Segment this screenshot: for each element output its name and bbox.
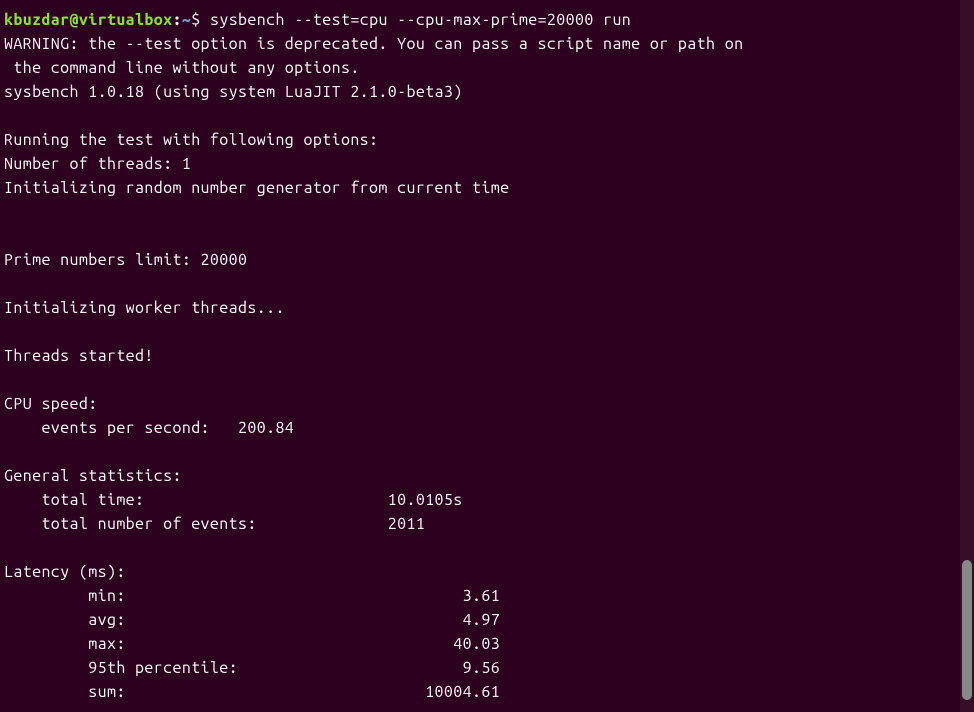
total-events-line: total number of events: 2011 <box>4 515 425 533</box>
latency-avg-line: avg: 4.97 <box>4 611 500 629</box>
prompt-dollar: $ <box>191 11 210 29</box>
warning-line-2: the command line without any options. <box>4 59 360 77</box>
command-text: sysbench --test=cpu --cpu-max-prime=2000… <box>210 11 631 29</box>
latency-p95-line: 95th percentile: 9.56 <box>4 659 500 677</box>
prompt-line: kbuzdar@virtualbox:~$ sysbench --test=cp… <box>4 11 631 29</box>
latency-sum-line: sum: 10004.61 <box>4 683 500 701</box>
terminal-output[interactable]: kbuzdar@virtualbox:~$ sysbench --test=cp… <box>4 8 970 704</box>
init-worker-line: Initializing worker threads... <box>4 299 285 317</box>
prompt-user-host: kbuzdar@virtualbox <box>4 11 172 29</box>
prompt-path: ~ <box>182 11 191 29</box>
general-stats-header: General statistics: <box>4 467 182 485</box>
scrollbar-track[interactable] <box>960 0 974 712</box>
num-threads-line: Number of threads: 1 <box>4 155 191 173</box>
warning-line-1: WARNING: the --test option is deprecated… <box>4 35 743 53</box>
events-per-second-line: events per second: 200.84 <box>4 419 294 437</box>
total-time-line: total time: 10.0105s <box>4 491 463 509</box>
latency-max-line: max: 40.03 <box>4 635 500 653</box>
prompt-colon: : <box>172 11 181 29</box>
cpu-speed-header: CPU speed: <box>4 395 98 413</box>
latency-min-line: min: 3.61 <box>4 587 500 605</box>
init-rng-line: Initializing random number generator fro… <box>4 179 509 197</box>
prime-limit-line: Prime numbers limit: 20000 <box>4 251 247 269</box>
threads-started-line: Threads started! <box>4 347 154 365</box>
version-line: sysbench 1.0.18 (using system LuaJIT 2.1… <box>4 83 463 101</box>
running-options-line: Running the test with following options: <box>4 131 378 149</box>
scrollbar-thumb[interactable] <box>962 560 972 700</box>
latency-header: Latency (ms): <box>4 563 126 581</box>
